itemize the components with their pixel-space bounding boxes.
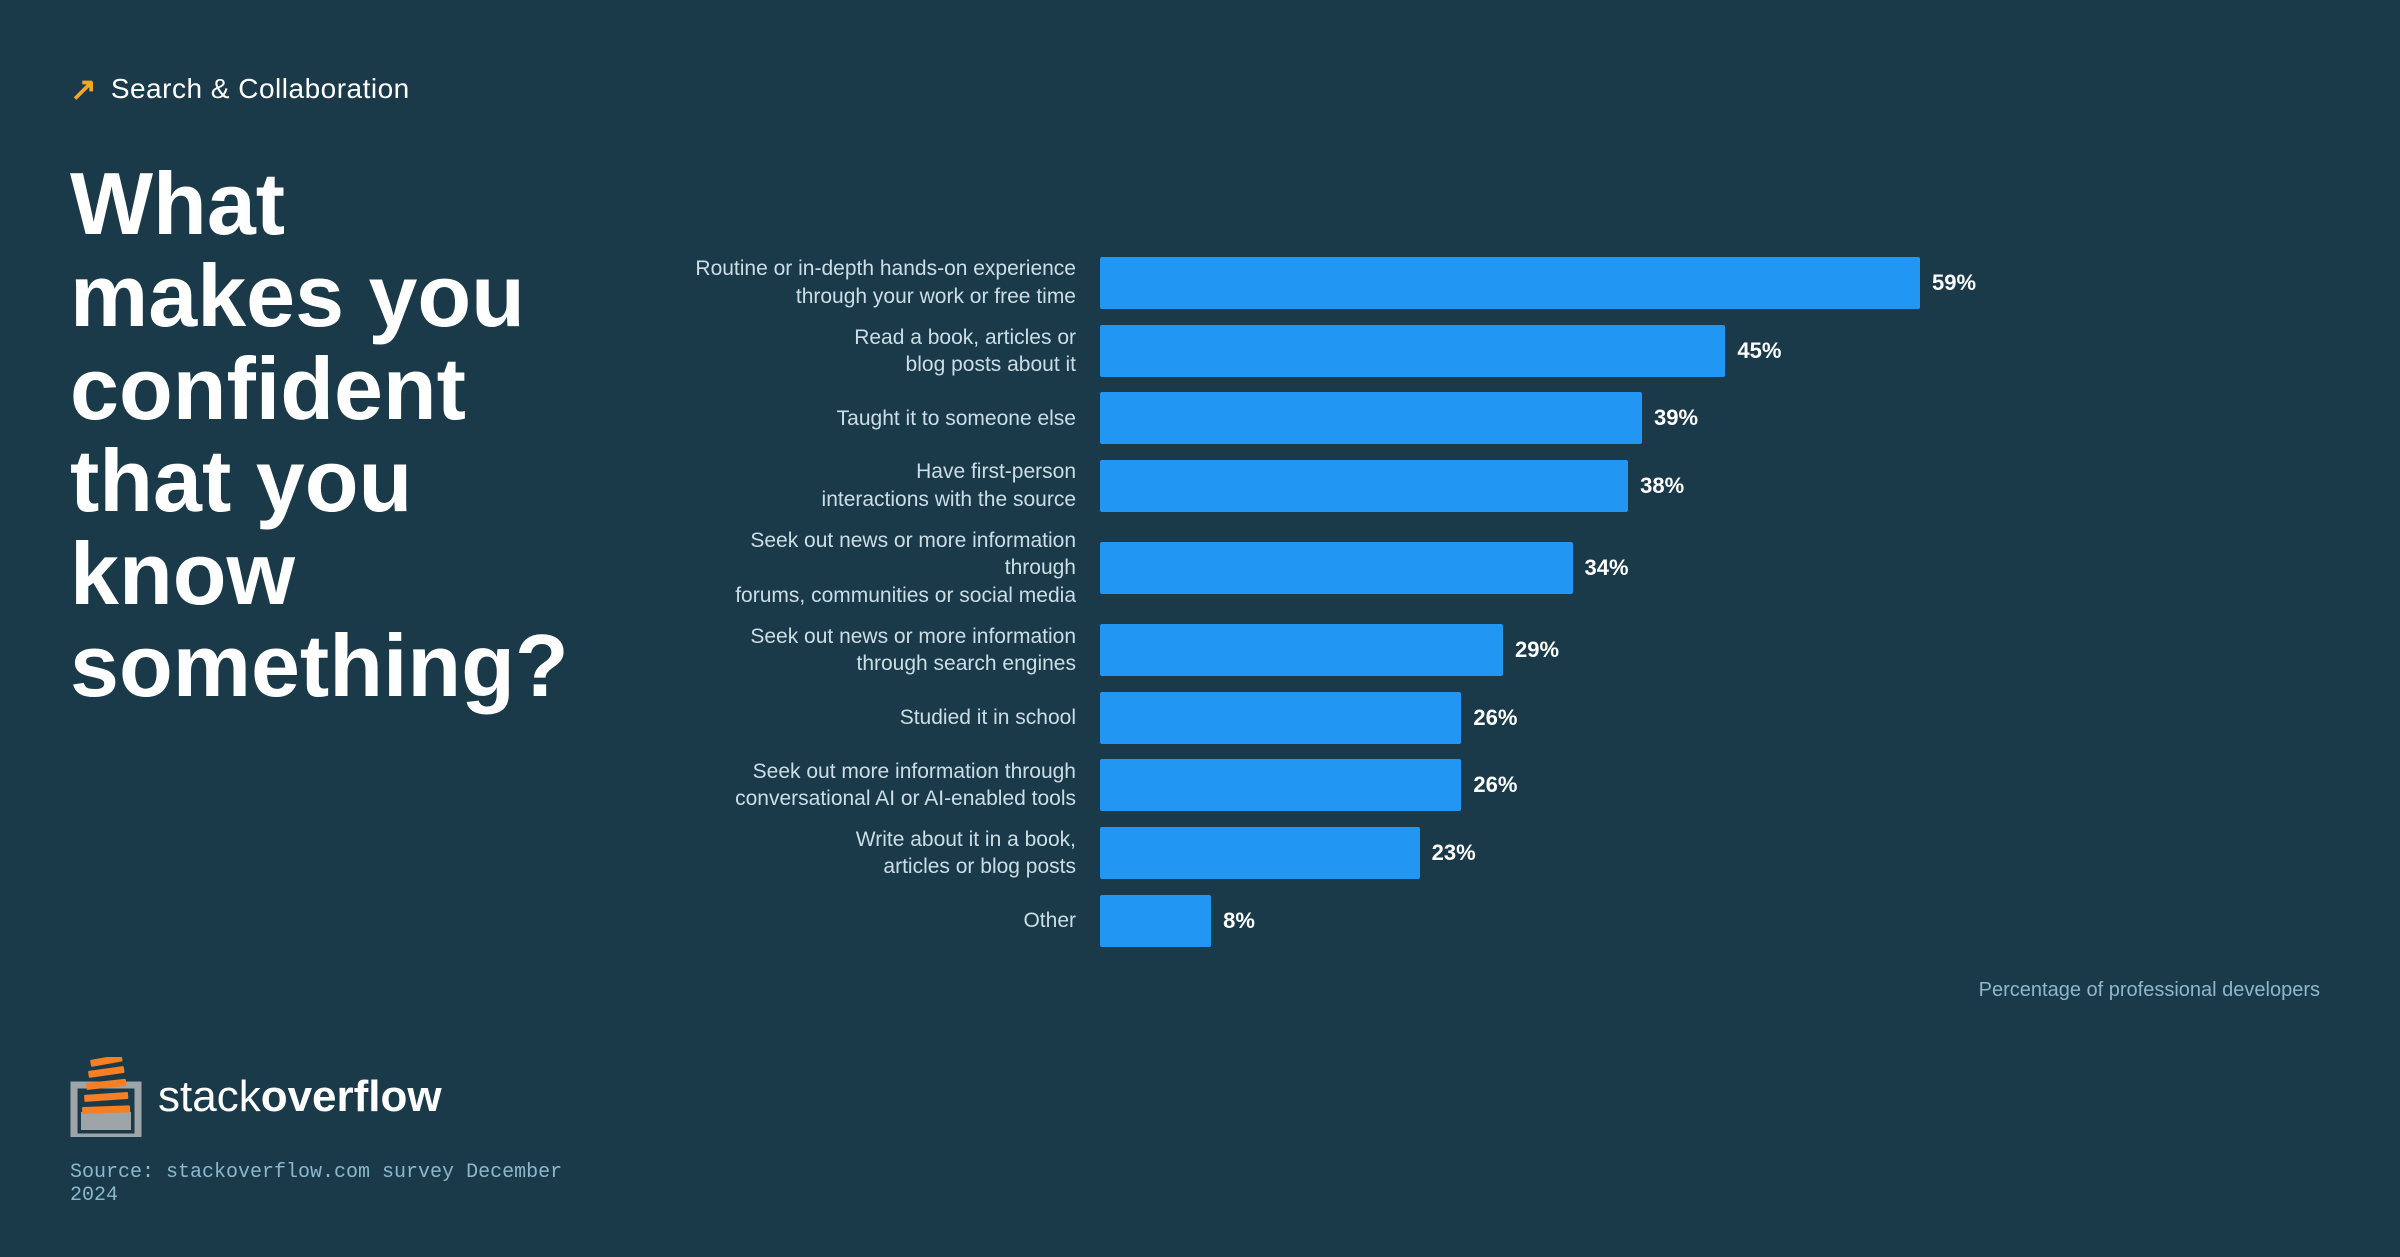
chart-row: Write about it in a book,articles or blo… xyxy=(680,826,2320,881)
bar-wrapper: 23% xyxy=(1100,827,2320,879)
chart-row: Other 8% xyxy=(680,895,2320,947)
bar xyxy=(1100,759,1461,811)
bar-wrapper: 59% xyxy=(1100,257,2320,309)
chart-row: Seek out news or more information throug… xyxy=(680,527,2320,609)
bar-wrapper: 8% xyxy=(1100,895,2320,947)
bar-wrapper: 38% xyxy=(1100,460,2320,512)
bar-value: 34% xyxy=(1585,555,1629,581)
chart-row: Seek out news or more informationthrough… xyxy=(680,623,2320,678)
bar xyxy=(1100,325,1725,377)
so-logo-text: stackoverflow xyxy=(158,1072,442,1122)
main-title: What makes you confident that you know s… xyxy=(70,158,570,712)
category-label: Search & Collaboration xyxy=(111,73,410,105)
bar xyxy=(1100,460,1628,512)
chart-row: Routine or in-depth hands-on experiencet… xyxy=(680,255,2320,310)
category-tag: ↗ Search & Collaboration xyxy=(70,70,570,108)
bar-label: Seek out news or more information throug… xyxy=(680,527,1100,609)
bar xyxy=(1100,692,1461,744)
so-logo-icon xyxy=(70,1057,142,1137)
bar-label: Taught it to someone else xyxy=(680,405,1100,432)
chart-row: Seek out more information throughconvers… xyxy=(680,758,2320,813)
bar-wrapper: 26% xyxy=(1100,759,2320,811)
bottom-section: stackoverflow Source: stackoverflow.com … xyxy=(70,1057,570,1207)
bar xyxy=(1100,392,1642,444)
bar-label: Seek out news or more informationthrough… xyxy=(680,623,1100,678)
chart-row: Taught it to someone else 39% xyxy=(680,392,2320,444)
chart-row: Studied it in school 26% xyxy=(680,692,2320,744)
bar-label: Other xyxy=(680,907,1100,934)
bar-value: 38% xyxy=(1640,473,1684,499)
stackoverflow-logo: stackoverflow xyxy=(70,1057,570,1137)
bar xyxy=(1100,542,1573,594)
chart-container: Routine or in-depth hands-on experiencet… xyxy=(680,255,2320,960)
bar-label: Routine or in-depth hands-on experiencet… xyxy=(680,255,1100,310)
bar-label: Studied it in school xyxy=(680,704,1100,731)
bar-wrapper: 26% xyxy=(1100,692,2320,744)
bar-wrapper: 45% xyxy=(1100,325,2320,377)
bar-value: 59% xyxy=(1932,270,1976,296)
trend-icon: ↗ xyxy=(70,70,97,108)
chart-footer: Percentage of professional developers xyxy=(680,979,2320,1002)
bar xyxy=(1100,624,1503,676)
bar-value: 39% xyxy=(1654,405,1698,431)
bar-wrapper: 39% xyxy=(1100,392,2320,444)
left-panel: ↗ Search & Collaboration What makes you … xyxy=(0,0,620,1257)
bar xyxy=(1100,827,1420,879)
right-panel: Routine or in-depth hands-on experiencet… xyxy=(620,0,2400,1257)
bar-value: 29% xyxy=(1515,637,1559,663)
source-text: Source: stackoverflow.com survey Decembe… xyxy=(70,1161,570,1207)
bar-label: Have first-personinteractions with the s… xyxy=(680,458,1100,513)
top-section: ↗ Search & Collaboration What makes you … xyxy=(70,70,570,752)
bar-value: 23% xyxy=(1432,840,1476,866)
chart-row: Read a book, articles orblog posts about… xyxy=(680,324,2320,379)
bar-label: Write about it in a book,articles or blo… xyxy=(680,826,1100,881)
bar-value: 26% xyxy=(1473,772,1517,798)
bar-label: Seek out more information throughconvers… xyxy=(680,758,1100,813)
bar xyxy=(1100,895,1211,947)
bar-value: 26% xyxy=(1473,705,1517,731)
bar xyxy=(1100,257,1920,309)
bar-value: 8% xyxy=(1223,908,1255,934)
bar-label: Read a book, articles orblog posts about… xyxy=(680,324,1100,379)
chart-row: Have first-personinteractions with the s… xyxy=(680,458,2320,513)
bar-wrapper: 34% xyxy=(1100,542,2320,594)
bar-wrapper: 29% xyxy=(1100,624,2320,676)
bar-value: 45% xyxy=(1737,338,1781,364)
